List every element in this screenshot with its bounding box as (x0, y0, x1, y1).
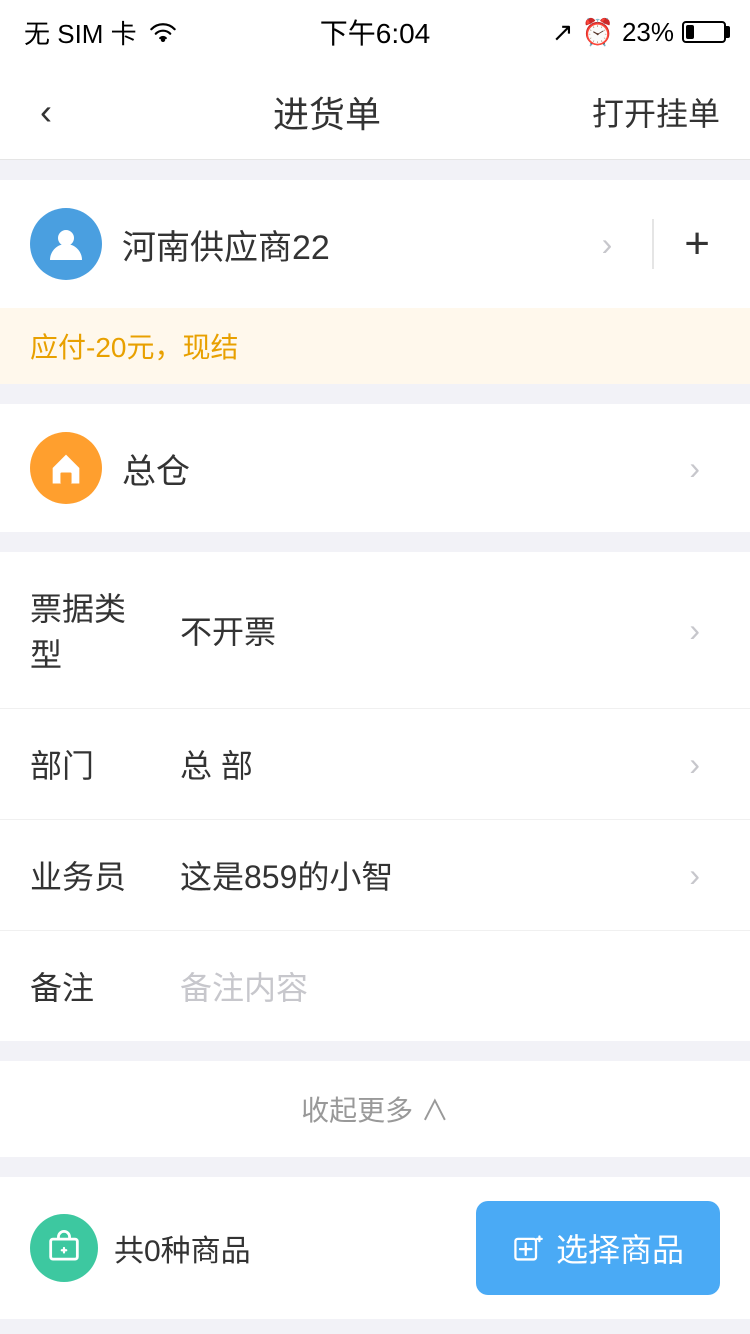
cart-icon (44, 1228, 84, 1268)
collapse-label[interactable]: 收起更多 ∧ (301, 1095, 449, 1126)
gap-1 (0, 160, 750, 180)
department-label: 部门 (30, 741, 150, 787)
salesperson-row[interactable]: 业务员 这是859的小智 › (0, 820, 750, 931)
remark-row[interactable]: 备注 备注内容 (0, 931, 750, 1041)
alarm-icon: ⏰ (582, 17, 614, 48)
product-count-area: 共0种商品 (30, 1214, 251, 1282)
select-product-label: 选择商品 (556, 1225, 684, 1271)
status-right: ↗ ⏰ 23% (552, 17, 726, 48)
person-icon (46, 224, 86, 264)
product-count-icon (30, 1214, 98, 1282)
add-supplier-button[interactable]: + (674, 219, 720, 269)
select-product-button[interactable]: 选择商品 (476, 1201, 720, 1295)
nav-bar: ‹ 进货单 打开挂单 (0, 64, 750, 160)
form-section: 票据类型 不开票 › 部门 总 部 › 业务员 这是859的小智 › 备注 备注… (0, 552, 750, 1041)
warehouse-section[interactable]: 总仓 › (0, 404, 750, 532)
salesperson-value: 这是859的小智 (150, 852, 689, 898)
warehouse-chevron-icon: › (689, 450, 700, 487)
battery-fill (686, 25, 694, 39)
supplier-divider (652, 219, 654, 269)
salesperson-chevron-icon: › (689, 857, 700, 894)
house-icon (46, 448, 86, 488)
bottom-bar: 共0种商品 选择商品 (0, 1177, 750, 1319)
remark-input[interactable]: 备注内容 (150, 963, 720, 1009)
open-pending-button[interactable]: 打开挂单 (592, 89, 720, 135)
warehouse-row[interactable]: 总仓 › (0, 404, 750, 532)
invoice-type-chevron-icon: › (689, 612, 700, 649)
notice-banner: 应付-20元，现结 (0, 308, 750, 384)
department-row[interactable]: 部门 总 部 › (0, 709, 750, 820)
notice-text: 应付-20元，现结 (30, 332, 238, 363)
status-bar: 无 SIM 卡 下午6:04 ↗ ⏰ 23% (0, 0, 750, 64)
department-chevron-icon: › (689, 746, 700, 783)
supplier-name: 河南供应商22 (122, 220, 602, 269)
supplier-section: 河南供应商22 › + 应付-20元，现结 (0, 180, 750, 384)
invoice-type-row[interactable]: 票据类型 不开票 › (0, 552, 750, 709)
supplier-avatar (30, 208, 102, 280)
carrier-text: 无 SIM 卡 (24, 14, 137, 51)
remark-label: 备注 (30, 963, 150, 1009)
invoice-type-value: 不开票 (150, 607, 689, 653)
invoice-type-label: 票据类型 (30, 584, 150, 676)
department-value: 总 部 (150, 741, 689, 787)
product-count-text: 共0种商品 (114, 1226, 251, 1270)
status-left: 无 SIM 卡 (24, 14, 177, 51)
status-time: 下午6:04 (320, 12, 431, 52)
warehouse-icon (30, 432, 102, 504)
collapse-row[interactable]: 收起更多 ∧ (0, 1061, 750, 1157)
location-icon: ↗ (552, 17, 574, 48)
battery-text: 23% (622, 17, 674, 48)
supplier-row[interactable]: 河南供应商22 › + (0, 180, 750, 308)
warehouse-name: 总仓 (122, 444, 689, 493)
back-button[interactable]: ‹ (30, 81, 62, 143)
battery-icon (682, 21, 726, 43)
add-product-icon (512, 1232, 544, 1264)
wifi-icon (149, 22, 177, 42)
page-title: 进货单 (273, 86, 381, 138)
supplier-chevron-icon: › (602, 226, 613, 263)
salesperson-label: 业务员 (30, 852, 150, 898)
